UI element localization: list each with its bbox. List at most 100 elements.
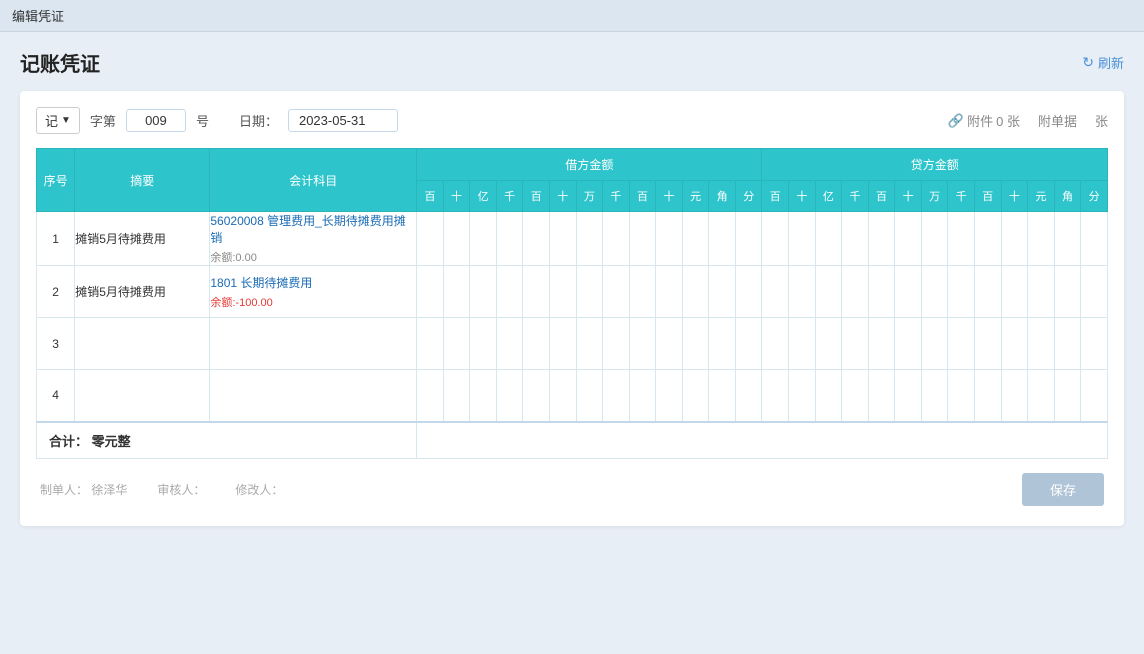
credit-amount-cell[interactable]: [948, 318, 975, 370]
credit-amount-cell[interactable]: [868, 212, 895, 266]
credit-amount-cell[interactable]: [762, 266, 789, 318]
debit-amount-cell[interactable]: [549, 370, 576, 422]
credit-amount-cell[interactable]: [1028, 370, 1055, 422]
credit-amount-cell[interactable]: [1054, 370, 1081, 422]
debit-amount-cell[interactable]: [496, 212, 523, 266]
debit-amount-cell[interactable]: [443, 266, 470, 318]
debit-amount-cell[interactable]: [417, 318, 444, 370]
debit-amount-cell[interactable]: [735, 370, 762, 422]
credit-amount-cell[interactable]: [1054, 318, 1081, 370]
debit-amount-cell[interactable]: [417, 266, 444, 318]
summary-cell[interactable]: [75, 370, 210, 422]
debit-amount-cell[interactable]: [523, 266, 550, 318]
voucher-type-button[interactable]: 记 ▼: [36, 107, 80, 134]
debit-amount-cell[interactable]: [470, 212, 497, 266]
debit-amount-cell[interactable]: [523, 370, 550, 422]
credit-amount-cell[interactable]: [1081, 212, 1108, 266]
debit-amount-cell[interactable]: [682, 318, 709, 370]
debit-amount-cell[interactable]: [576, 370, 603, 422]
debit-amount-cell[interactable]: [549, 212, 576, 266]
credit-amount-cell[interactable]: [895, 212, 922, 266]
credit-amount-cell[interactable]: [1081, 370, 1108, 422]
debit-amount-cell[interactable]: [629, 212, 656, 266]
credit-amount-cell[interactable]: [948, 266, 975, 318]
debit-amount-cell[interactable]: [709, 212, 736, 266]
debit-amount-cell[interactable]: [709, 370, 736, 422]
debit-amount-cell[interactable]: [549, 266, 576, 318]
credit-amount-cell[interactable]: [895, 370, 922, 422]
refresh-button[interactable]: ↻ 刷新: [1082, 53, 1124, 72]
debit-amount-cell[interactable]: [470, 266, 497, 318]
debit-amount-cell[interactable]: [735, 266, 762, 318]
credit-amount-cell[interactable]: [1054, 212, 1081, 266]
credit-amount-cell[interactable]: [948, 370, 975, 422]
debit-amount-cell[interactable]: [629, 266, 656, 318]
credit-amount-cell[interactable]: [1081, 318, 1108, 370]
debit-amount-cell[interactable]: [735, 318, 762, 370]
debit-amount-cell[interactable]: [709, 266, 736, 318]
credit-amount-cell[interactable]: [762, 318, 789, 370]
account-cell[interactable]: [210, 370, 417, 422]
credit-amount-cell[interactable]: [842, 318, 869, 370]
credit-amount-cell[interactable]: [1028, 318, 1055, 370]
credit-amount-cell[interactable]: [789, 266, 816, 318]
debit-amount-cell[interactable]: [576, 212, 603, 266]
debit-amount-cell[interactable]: [603, 370, 630, 422]
credit-amount-cell[interactable]: [842, 266, 869, 318]
debit-amount-cell[interactable]: [470, 370, 497, 422]
debit-amount-cell[interactable]: [656, 266, 683, 318]
debit-amount-cell[interactable]: [549, 318, 576, 370]
debit-amount-cell[interactable]: [682, 212, 709, 266]
summary-cell[interactable]: 摊销5月待摊费用: [75, 266, 210, 318]
debit-amount-cell[interactable]: [523, 212, 550, 266]
debit-amount-cell[interactable]: [682, 266, 709, 318]
credit-amount-cell[interactable]: [762, 370, 789, 422]
debit-amount-cell[interactable]: [523, 318, 550, 370]
debit-amount-cell[interactable]: [470, 318, 497, 370]
credit-amount-cell[interactable]: [974, 318, 1001, 370]
credit-amount-cell[interactable]: [1028, 266, 1055, 318]
credit-amount-cell[interactable]: [868, 266, 895, 318]
debit-amount-cell[interactable]: [443, 212, 470, 266]
account-cell[interactable]: 56020008 管理费用_长期待摊费用摊销余额:0.00: [210, 212, 417, 266]
credit-amount-cell[interactable]: [815, 318, 842, 370]
credit-amount-cell[interactable]: [895, 266, 922, 318]
credit-amount-cell[interactable]: [815, 212, 842, 266]
debit-amount-cell[interactable]: [603, 318, 630, 370]
credit-amount-cell[interactable]: [948, 212, 975, 266]
credit-amount-cell[interactable]: [842, 370, 869, 422]
voucher-number-input[interactable]: [126, 109, 186, 132]
summary-cell[interactable]: 摊销5月待摊费用: [75, 212, 210, 266]
credit-amount-cell[interactable]: [815, 266, 842, 318]
debit-amount-cell[interactable]: [417, 212, 444, 266]
summary-cell[interactable]: [75, 318, 210, 370]
debit-amount-cell[interactable]: [682, 370, 709, 422]
debit-amount-cell[interactable]: [443, 318, 470, 370]
debit-amount-cell[interactable]: [735, 212, 762, 266]
credit-amount-cell[interactable]: [868, 318, 895, 370]
debit-amount-cell[interactable]: [656, 318, 683, 370]
debit-amount-cell[interactable]: [629, 318, 656, 370]
save-button[interactable]: 保存: [1022, 473, 1104, 506]
debit-amount-cell[interactable]: [709, 318, 736, 370]
debit-amount-cell[interactable]: [656, 370, 683, 422]
credit-amount-cell[interactable]: [815, 370, 842, 422]
debit-amount-cell[interactable]: [656, 212, 683, 266]
credit-amount-cell[interactable]: [1028, 212, 1055, 266]
credit-amount-cell[interactable]: [789, 370, 816, 422]
credit-amount-cell[interactable]: [789, 212, 816, 266]
credit-amount-cell[interactable]: [789, 318, 816, 370]
credit-amount-cell[interactable]: [921, 212, 948, 266]
credit-amount-cell[interactable]: [1001, 212, 1028, 266]
account-cell[interactable]: 1801 长期待摊费用余额:-100.00: [210, 266, 417, 318]
debit-amount-cell[interactable]: [629, 370, 656, 422]
debit-amount-cell[interactable]: [417, 370, 444, 422]
credit-amount-cell[interactable]: [1001, 318, 1028, 370]
debit-amount-cell[interactable]: [496, 370, 523, 422]
debit-amount-cell[interactable]: [576, 266, 603, 318]
credit-amount-cell[interactable]: [1054, 266, 1081, 318]
credit-amount-cell[interactable]: [895, 318, 922, 370]
debit-amount-cell[interactable]: [496, 266, 523, 318]
date-input[interactable]: [288, 109, 398, 132]
credit-amount-cell[interactable]: [762, 212, 789, 266]
